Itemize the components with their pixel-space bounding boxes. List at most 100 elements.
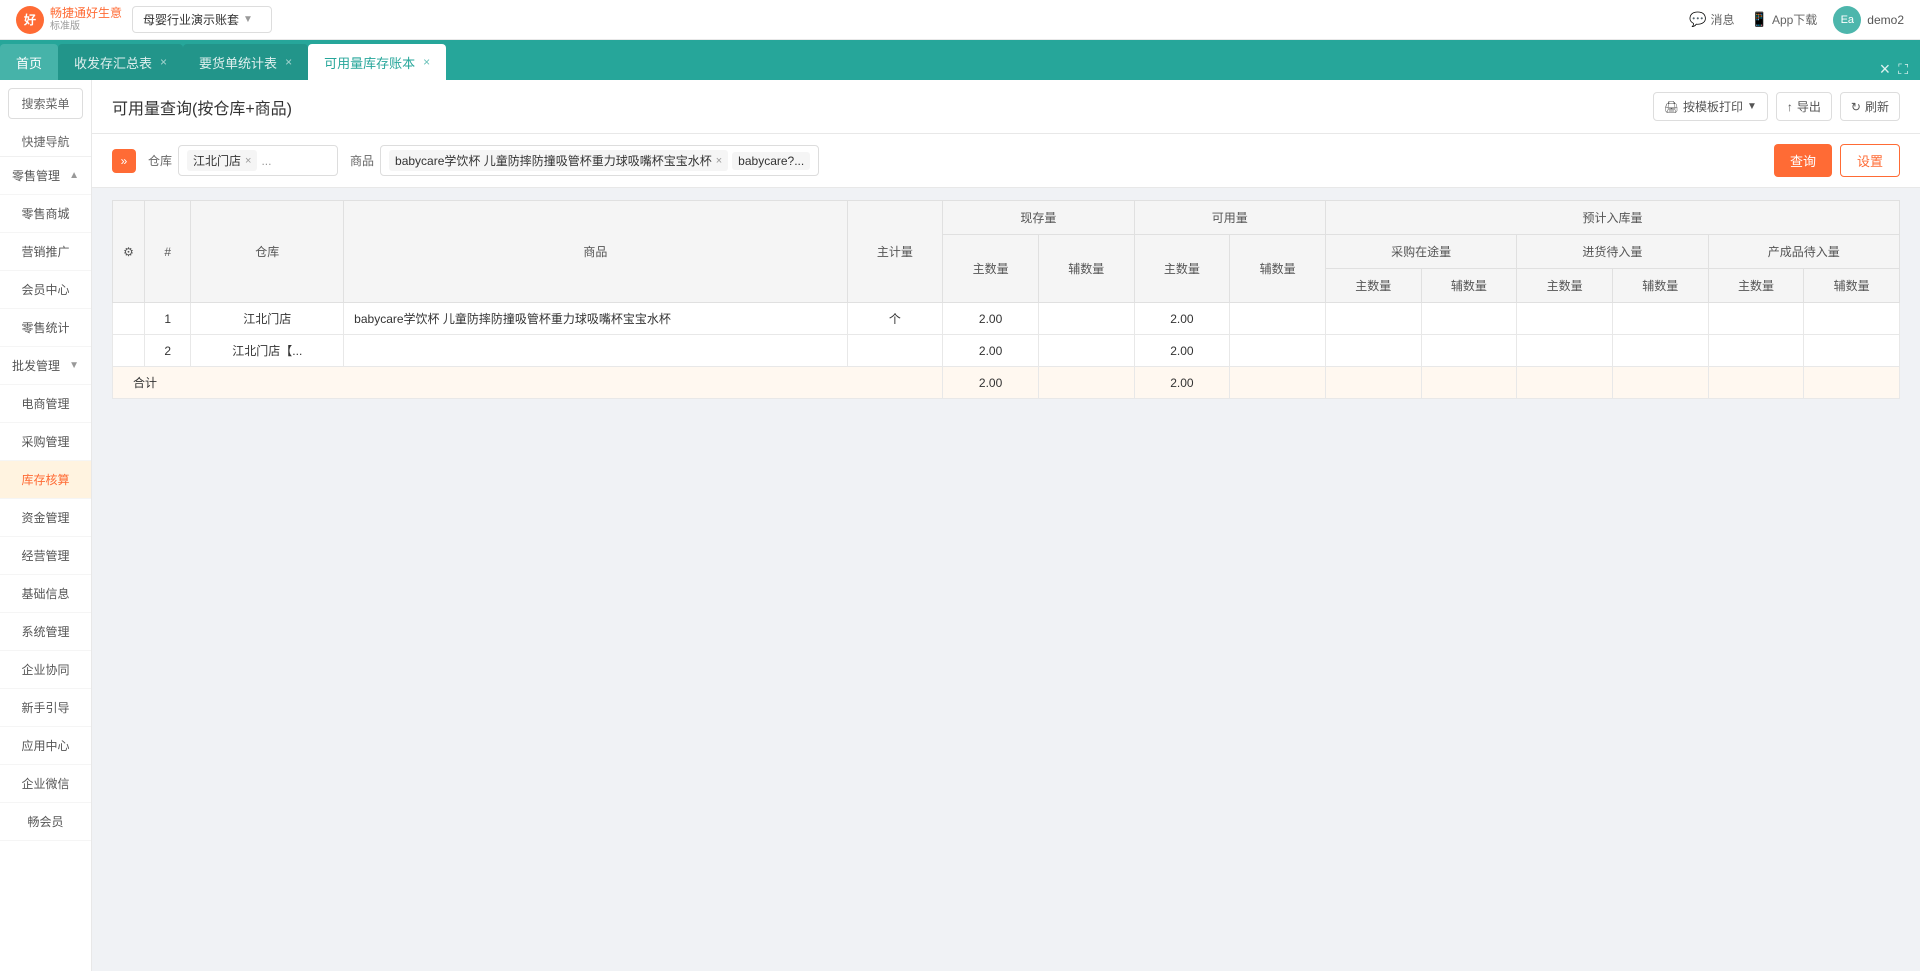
sidebar-basic-info-label: 基础信息 [21, 585, 69, 602]
tab-receipt-summary[interactable]: 收发存汇总表 × [58, 44, 183, 80]
sidebar-item-business[interactable]: 经营管理 [0, 537, 91, 575]
sidebar-item-app-center[interactable]: 应用中心 [0, 727, 91, 765]
th-product-pending: 产成品待入量 [1708, 235, 1899, 269]
sidebar-item-system[interactable]: 系统管理 [0, 613, 91, 651]
row-current-aux [1038, 335, 1134, 367]
th-current-stock: 现存量 [943, 201, 1134, 235]
row-avail-main: 2.00 [1134, 335, 1230, 367]
app-download-btn[interactable]: 📱 App下载 [1751, 11, 1818, 28]
th-product-main: 主数量 [1708, 269, 1804, 303]
download-icon: 📱 [1751, 11, 1768, 28]
row-avail-main: 2.00 [1134, 303, 1230, 335]
page-actions: 🖨 按模板打印 ▼ ↑ 导出 ↻ 刷新 [1653, 92, 1900, 121]
message-btn[interactable]: 💬 消息 [1689, 11, 1734, 28]
sidebar-item-purchase[interactable]: 采购管理 [0, 423, 91, 461]
search-menu-btn[interactable]: 搜索菜单 [8, 88, 83, 119]
sidebar-retail-stats-label: 零售统计 [21, 319, 69, 336]
warehouse-tag-close[interactable]: × [245, 155, 251, 167]
inventory-table: ⚙ # 仓库 商品 主计量 现存量 可用量 预计入库量 主数量 辅数量 [112, 200, 1900, 399]
th-available: 可用量 [1134, 201, 1325, 235]
page-title: 可用量查询(按仓库+商品) [112, 95, 292, 119]
filter-expand-btn[interactable]: » [112, 149, 136, 173]
th-main-unit: 主计量 [847, 201, 943, 303]
brand-name: 畅捷通好生意 [50, 6, 122, 20]
tab-home[interactable]: 首页 [0, 44, 58, 80]
sidebar-item-wholesale[interactable]: 批发管理 ▼ [0, 347, 91, 385]
message-icon: 💬 [1689, 11, 1706, 28]
th-inbound-main: 主数量 [1517, 269, 1613, 303]
sidebar-item-basic-info[interactable]: 基础信息 [0, 575, 91, 613]
window-fullscreen-btn[interactable]: ⛶ [1898, 61, 1908, 78]
total-inbound-main [1517, 367, 1613, 399]
tab-available-stock[interactable]: 可用量库存账本 × [308, 44, 446, 80]
product-filter-input[interactable]: babycare学饮杯 儿童防摔防撞吸管杯重力球吸嘴杯宝宝水杯 × babyca… [380, 145, 819, 176]
row-index: 1 [145, 303, 191, 335]
tab-available-close[interactable]: × [423, 55, 430, 69]
top-bar: 好 畅捷通好生意 标准版 母婴行业演示账套 ▼ 💬 消息 📱 App下载 Ea … [0, 0, 1920, 40]
sidebar-marketing-label: 营销推广 [21, 243, 69, 260]
th-index: # [145, 201, 191, 303]
warehouse-filter-input[interactable]: 江北门店 × ... [178, 145, 338, 176]
row-warehouse: 江北门店【... [191, 335, 344, 367]
sidebar-wholesale-label: 批发管理 [12, 357, 60, 374]
query-btn[interactable]: 查询 [1774, 144, 1832, 177]
tab-order-label: 要货单统计表 [199, 53, 277, 72]
sidebar-item-finance[interactable]: 资金管理 [0, 499, 91, 537]
product-filter-tag: babycare学饮杯 儿童防摔防撞吸管杯重力球吸嘴杯宝宝水杯 × [389, 150, 728, 171]
filter-actions: 查询 设置 [1774, 144, 1900, 177]
window-close-btn[interactable]: × [1880, 59, 1891, 80]
print-btn[interactable]: 🖨 按模板打印 ▼ [1653, 92, 1768, 121]
th-inbound-aux: 辅数量 [1612, 269, 1708, 303]
setting-btn[interactable]: 设置 [1840, 144, 1900, 177]
sidebar-item-vip[interactable]: 畅会员 [0, 803, 91, 841]
user-area[interactable]: Ea demo2 [1833, 6, 1904, 34]
tab-receipt-close[interactable]: × [160, 55, 167, 69]
sidebar-business-label: 经营管理 [21, 547, 69, 564]
row-inbound-main [1517, 303, 1613, 335]
content-area: 可用量查询(按仓库+商品) 🖨 按模板打印 ▼ ↑ 导出 ↻ 刷新 » [92, 80, 1920, 971]
sidebar-app-center-label: 应用中心 [21, 737, 69, 754]
warehouse-filter-label: 仓库 [148, 152, 172, 169]
product-filter-label: 商品 [350, 152, 374, 169]
sidebar-item-ecommerce[interactable]: 电商管理 [0, 385, 91, 423]
sidebar-item-retail-mgmt[interactable]: 零售管理 ▲ [0, 157, 91, 195]
product-filter-tag-2: babycare?... [732, 152, 810, 170]
export-icon: ↑ [1787, 100, 1793, 114]
sidebar-item-marketing[interactable]: 营销推广 [0, 233, 91, 271]
row-current-main: 2.00 [943, 303, 1039, 335]
sidebar-item-member[interactable]: 会员中心 [0, 271, 91, 309]
quick-nav-btn[interactable]: 快捷导航 [0, 127, 91, 157]
tab-order-close[interactable]: × [285, 55, 292, 69]
sidebar-newbie-label: 新手引导 [21, 699, 69, 716]
export-btn[interactable]: ↑ 导出 [1776, 92, 1832, 121]
sidebar-item-inventory[interactable]: 库存核算 [0, 461, 91, 499]
refresh-btn[interactable]: ↻ 刷新 [1840, 92, 1900, 121]
print-dropdown-icon: ▼ [1747, 101, 1757, 112]
sidebar-wechat-label: 企业微信 [21, 775, 69, 792]
refresh-icon: ↻ [1851, 100, 1861, 114]
top-bar-left: 好 畅捷通好生意 标准版 母婴行业演示账套 ▼ [16, 6, 272, 34]
th-product: 商品 [344, 201, 847, 303]
industry-selector[interactable]: 母婴行业演示账套 ▼ [132, 6, 272, 33]
sidebar-item-collab[interactable]: 企业协同 [0, 651, 91, 689]
th-purchase-main: 主数量 [1325, 269, 1421, 303]
row-inbound-aux [1612, 335, 1708, 367]
row-product: babycare学饮杯 儿童防摔防撞吸管杯重力球吸嘴杯宝宝水杯 [344, 303, 847, 335]
sidebar-finance-label: 资金管理 [21, 509, 69, 526]
avatar: Ea [1833, 6, 1861, 34]
total-inbound-aux [1612, 367, 1708, 399]
product-tag-close[interactable]: × [716, 155, 722, 167]
sidebar-item-wechat[interactable]: 企业微信 [0, 765, 91, 803]
nav-actions: × ⛶ [1868, 59, 1920, 80]
filter-dots-warehouse: ... [261, 154, 271, 168]
tab-order-stats[interactable]: 要货单统计表 × [183, 44, 308, 80]
main-layout: 搜索菜单 快捷导航 零售管理 ▲ 零售商城 营销推广 会员中心 零售统计 批发管… [0, 80, 1920, 971]
total-avail-main: 2.00 [1134, 367, 1230, 399]
th-avail-main: 主数量 [1134, 235, 1230, 303]
sidebar-item-newbie[interactable]: 新手引导 [0, 689, 91, 727]
nav-tabs: 首页 收发存汇总表 × 要货单统计表 × 可用量库存账本 × × ⛶ [0, 40, 1920, 80]
sidebar-item-retail-stats[interactable]: 零售统计 [0, 309, 91, 347]
row-index: 2 [145, 335, 191, 367]
sidebar-item-retail-store[interactable]: 零售商城 [0, 195, 91, 233]
table-scroll[interactable]: ⚙ # 仓库 商品 主计量 现存量 可用量 预计入库量 主数量 辅数量 [112, 200, 1900, 959]
